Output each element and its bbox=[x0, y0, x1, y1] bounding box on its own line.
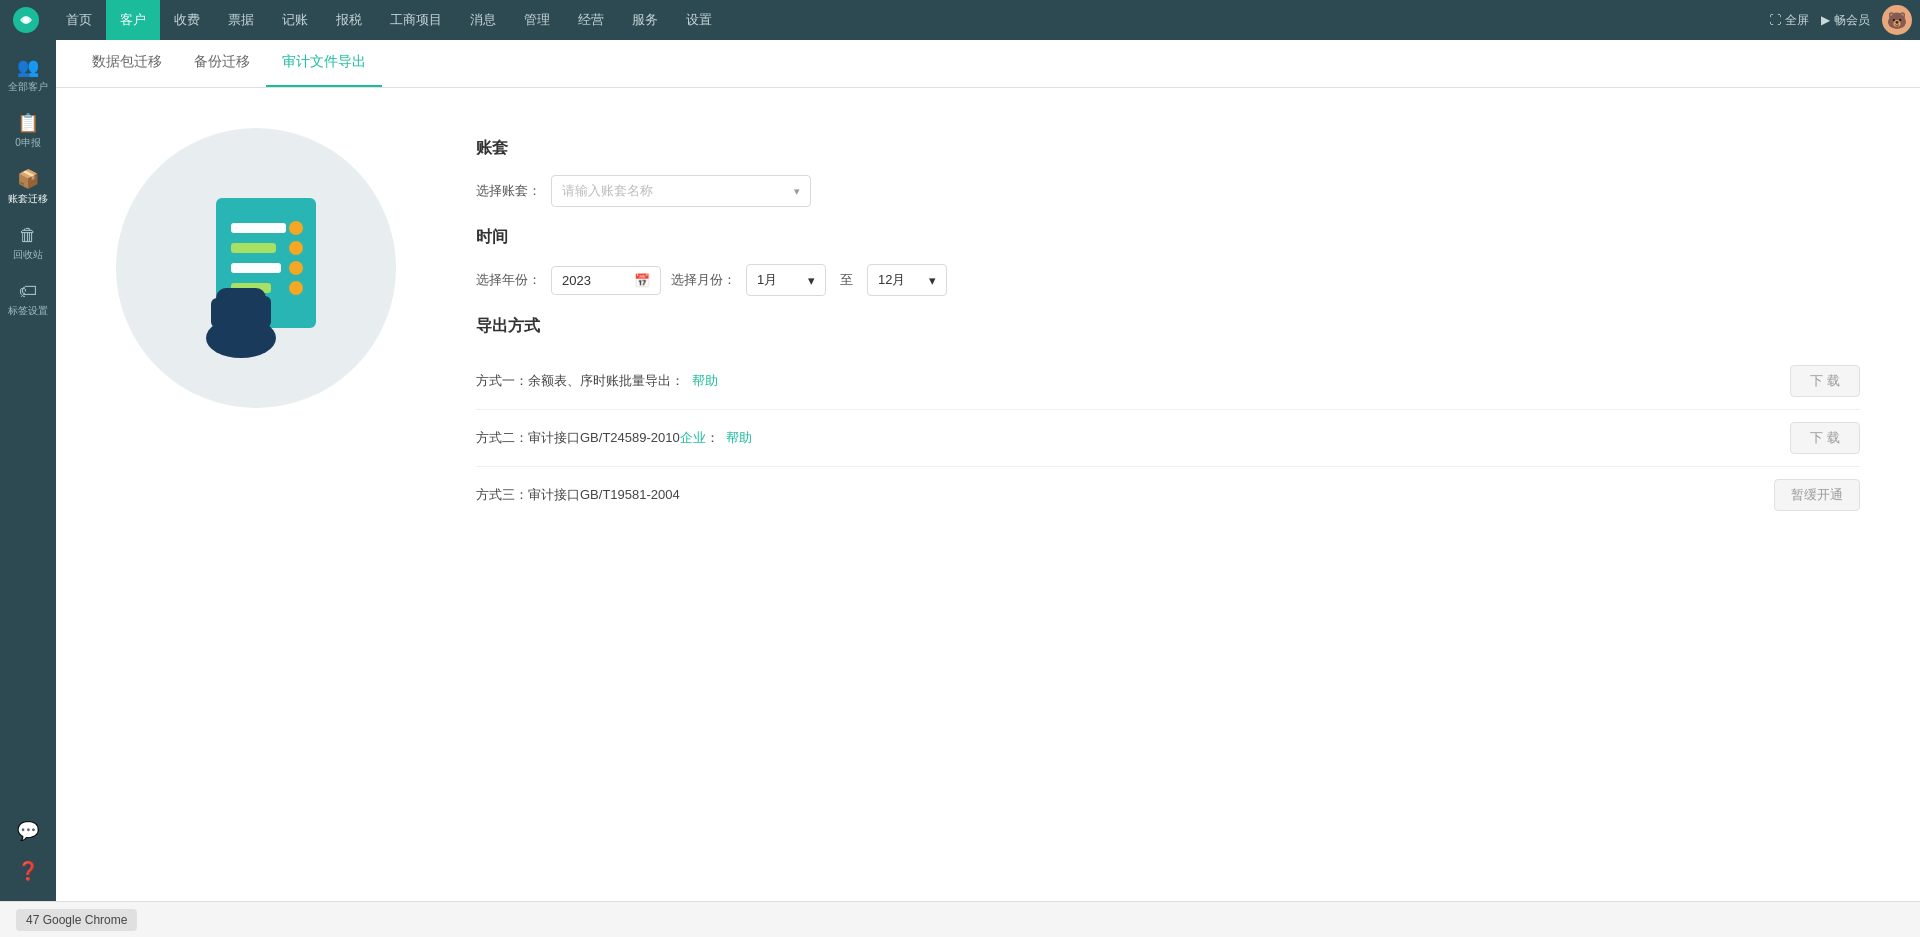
sidebar-label-all-clients: 全部客户 bbox=[8, 80, 48, 94]
nav-management[interactable]: 管理 bbox=[510, 0, 564, 40]
calendar-icon: 📅 bbox=[634, 273, 650, 288]
month-chevron-down-icon: ▾ bbox=[808, 273, 815, 288]
fullscreen-button[interactable]: ⛶ 全屏 bbox=[1769, 12, 1809, 29]
month-start-value: 1月 bbox=[757, 271, 777, 289]
method-2-download-button[interactable]: 下 载 bbox=[1790, 422, 1860, 454]
bottom-bar: 47 Google Chrome bbox=[0, 901, 1920, 937]
nav-right: ⛶ 全屏 ▶ 畅会员 🐻 bbox=[1769, 5, 1912, 35]
tab-audit-export[interactable]: 审计文件导出 bbox=[266, 40, 382, 87]
export-section-title: 导出方式 bbox=[476, 316, 1860, 337]
time-section-title: 时间 bbox=[476, 227, 1860, 248]
page-content: 账套 选择账套： 请输入账套名称 ▾ 时间 选择年份： 2023 📅 bbox=[56, 88, 1920, 901]
svg-rect-4 bbox=[231, 243, 276, 253]
user-avatar[interactable]: 🐻 bbox=[1882, 5, 1912, 35]
migration-icon: 📦 bbox=[17, 170, 39, 188]
fullscreen-icon: ⛶ bbox=[1769, 13, 1781, 27]
nav-operation[interactable]: 经营 bbox=[564, 0, 618, 40]
month-start-select[interactable]: 1月 ▾ bbox=[746, 264, 826, 296]
clients-icon: 👥 bbox=[17, 58, 39, 76]
tab-bar: 数据包迁移 备份迁移 审计文件导出 bbox=[56, 40, 1920, 88]
month-select-label: 选择月份： bbox=[671, 271, 736, 289]
month-end-select[interactable]: 12月 ▾ bbox=[867, 264, 947, 296]
nav-home[interactable]: 首页 bbox=[52, 0, 106, 40]
svg-rect-12 bbox=[216, 288, 266, 343]
sidebar-label-recycle: 回收站 bbox=[13, 248, 43, 262]
export-method-2: 方式二：审计接口GB/T24589-2010企业： 帮助 下 载 bbox=[476, 410, 1860, 467]
svg-rect-14 bbox=[259, 296, 271, 328]
nav-service[interactable]: 服务 bbox=[618, 0, 672, 40]
nav-message[interactable]: 消息 bbox=[456, 0, 510, 40]
declare-icon: 📋 bbox=[17, 114, 39, 132]
sidebar-item-recycle[interactable]: 🗑 回收站 bbox=[0, 216, 56, 272]
sidebar-item-zero-declare[interactable]: 📋 0申报 bbox=[0, 104, 56, 160]
nav-settings[interactable]: 设置 bbox=[672, 0, 726, 40]
year-select-label: 选择年份： bbox=[476, 271, 541, 289]
logo bbox=[8, 2, 44, 38]
account-select-row: 选择账套： 请输入账套名称 ▾ bbox=[476, 175, 1860, 207]
year-value: 2023 bbox=[562, 273, 591, 288]
method-2-label: 方式二：审计接口GB/T24589-2010企业： 帮助 bbox=[476, 429, 1790, 447]
time-row: 选择年份： 2023 📅 选择月份： 1月 ▾ 至 12月 ▾ bbox=[476, 264, 1860, 296]
recycle-icon: 🗑 bbox=[19, 226, 37, 244]
illustration-container bbox=[116, 128, 396, 408]
nav-invoice[interactable]: 票据 bbox=[214, 0, 268, 40]
month-end-value: 12月 bbox=[878, 271, 905, 289]
nav-business[interactable]: 工商项目 bbox=[376, 0, 456, 40]
account-select-label: 选择账套： bbox=[476, 182, 541, 200]
sidebar-message-button[interactable]: 💬 bbox=[0, 813, 56, 849]
account-select[interactable]: 请输入账套名称 ▾ bbox=[551, 175, 811, 207]
sidebar-item-all-clients[interactable]: 👥 全部客户 bbox=[0, 48, 56, 104]
sidebar-help-button[interactable]: ❓ bbox=[0, 853, 56, 889]
chrome-tab[interactable]: 47 Google Chrome bbox=[16, 909, 137, 931]
sidebar-label-tag-settings: 标签设置 bbox=[8, 304, 48, 318]
sidebar-item-account-migration[interactable]: 📦 账套迁移 bbox=[0, 160, 56, 216]
method-1-download-button[interactable]: 下 载 bbox=[1790, 365, 1860, 397]
svg-rect-3 bbox=[231, 223, 286, 233]
content-area: 数据包迁移 备份迁移 审计文件导出 bbox=[56, 40, 1920, 901]
nav-client[interactable]: 客户 bbox=[106, 0, 160, 40]
svg-rect-13 bbox=[211, 298, 223, 328]
sidebar-bottom: 💬 ❓ bbox=[0, 813, 56, 901]
nav-tax[interactable]: 报税 bbox=[322, 0, 376, 40]
main-layout: 👥 全部客户 📋 0申报 📦 账套迁移 🗑 回收站 🏷 标签设置 💬 ❓ 数据包… bbox=[0, 40, 1920, 901]
sidebar-label-zero-declare: 0申报 bbox=[15, 136, 41, 150]
method-3-label: 方式三：审计接口GB/T19581-2004 bbox=[476, 486, 1774, 504]
nav-items: 首页 客户 收费 票据 记账 报税 工商项目 消息 管理 经营 服务 设置 bbox=[52, 0, 1769, 40]
sidebar-item-tag-settings[interactable]: 🏷 标签设置 bbox=[0, 272, 56, 328]
method-3-open-button[interactable]: 暂缓开通 bbox=[1774, 479, 1860, 511]
nav-billing[interactable]: 收费 bbox=[160, 0, 214, 40]
svg-point-7 bbox=[289, 221, 303, 235]
svg-point-9 bbox=[289, 261, 303, 275]
tab-backup-migration[interactable]: 备份迁移 bbox=[178, 40, 266, 87]
illustration-circle bbox=[116, 128, 396, 408]
sidebar-label-account-migration: 账套迁移 bbox=[8, 192, 48, 206]
account-select-placeholder: 请输入账套名称 bbox=[562, 182, 653, 200]
svg-point-8 bbox=[289, 241, 303, 255]
nav-bookkeeping[interactable]: 记账 bbox=[268, 0, 322, 40]
time-separator: 至 bbox=[836, 271, 857, 289]
method-2-help-link[interactable]: 帮助 bbox=[726, 430, 752, 445]
export-method-3: 方式三：审计接口GB/T19581-2004 暂缓开通 bbox=[476, 467, 1860, 523]
method-1-help-link[interactable]: 帮助 bbox=[692, 373, 718, 388]
left-sidebar: 👥 全部客户 📋 0申报 📦 账套迁移 🗑 回收站 🏷 标签设置 💬 ❓ bbox=[0, 40, 56, 901]
svg-rect-5 bbox=[231, 263, 281, 273]
month-end-chevron-icon: ▾ bbox=[929, 273, 936, 288]
tag-icon: 🏷 bbox=[19, 282, 37, 300]
top-nav: 首页 客户 收费 票据 记账 报税 工商项目 消息 管理 经营 服务 设置 ⛶ … bbox=[0, 0, 1920, 40]
form-area: 账套 选择账套： 请输入账套名称 ▾ 时间 选择年份： 2023 📅 bbox=[476, 128, 1860, 523]
vip-icon: ▶ bbox=[1821, 13, 1830, 27]
vip-button[interactable]: ▶ 畅会员 bbox=[1821, 12, 1870, 29]
export-method-1: 方式一：余额表、序时账批量导出： 帮助 下 载 bbox=[476, 353, 1860, 410]
method-2-company-text: 企业 bbox=[680, 430, 706, 445]
account-section-title: 账套 bbox=[476, 138, 1860, 159]
method-1-label: 方式一：余额表、序时账批量导出： 帮助 bbox=[476, 372, 1790, 390]
year-input[interactable]: 2023 📅 bbox=[551, 266, 661, 295]
tab-data-migration[interactable]: 数据包迁移 bbox=[76, 40, 178, 87]
svg-point-10 bbox=[289, 281, 303, 295]
svg-point-1 bbox=[23, 17, 29, 23]
chevron-down-icon: ▾ bbox=[794, 185, 800, 198]
